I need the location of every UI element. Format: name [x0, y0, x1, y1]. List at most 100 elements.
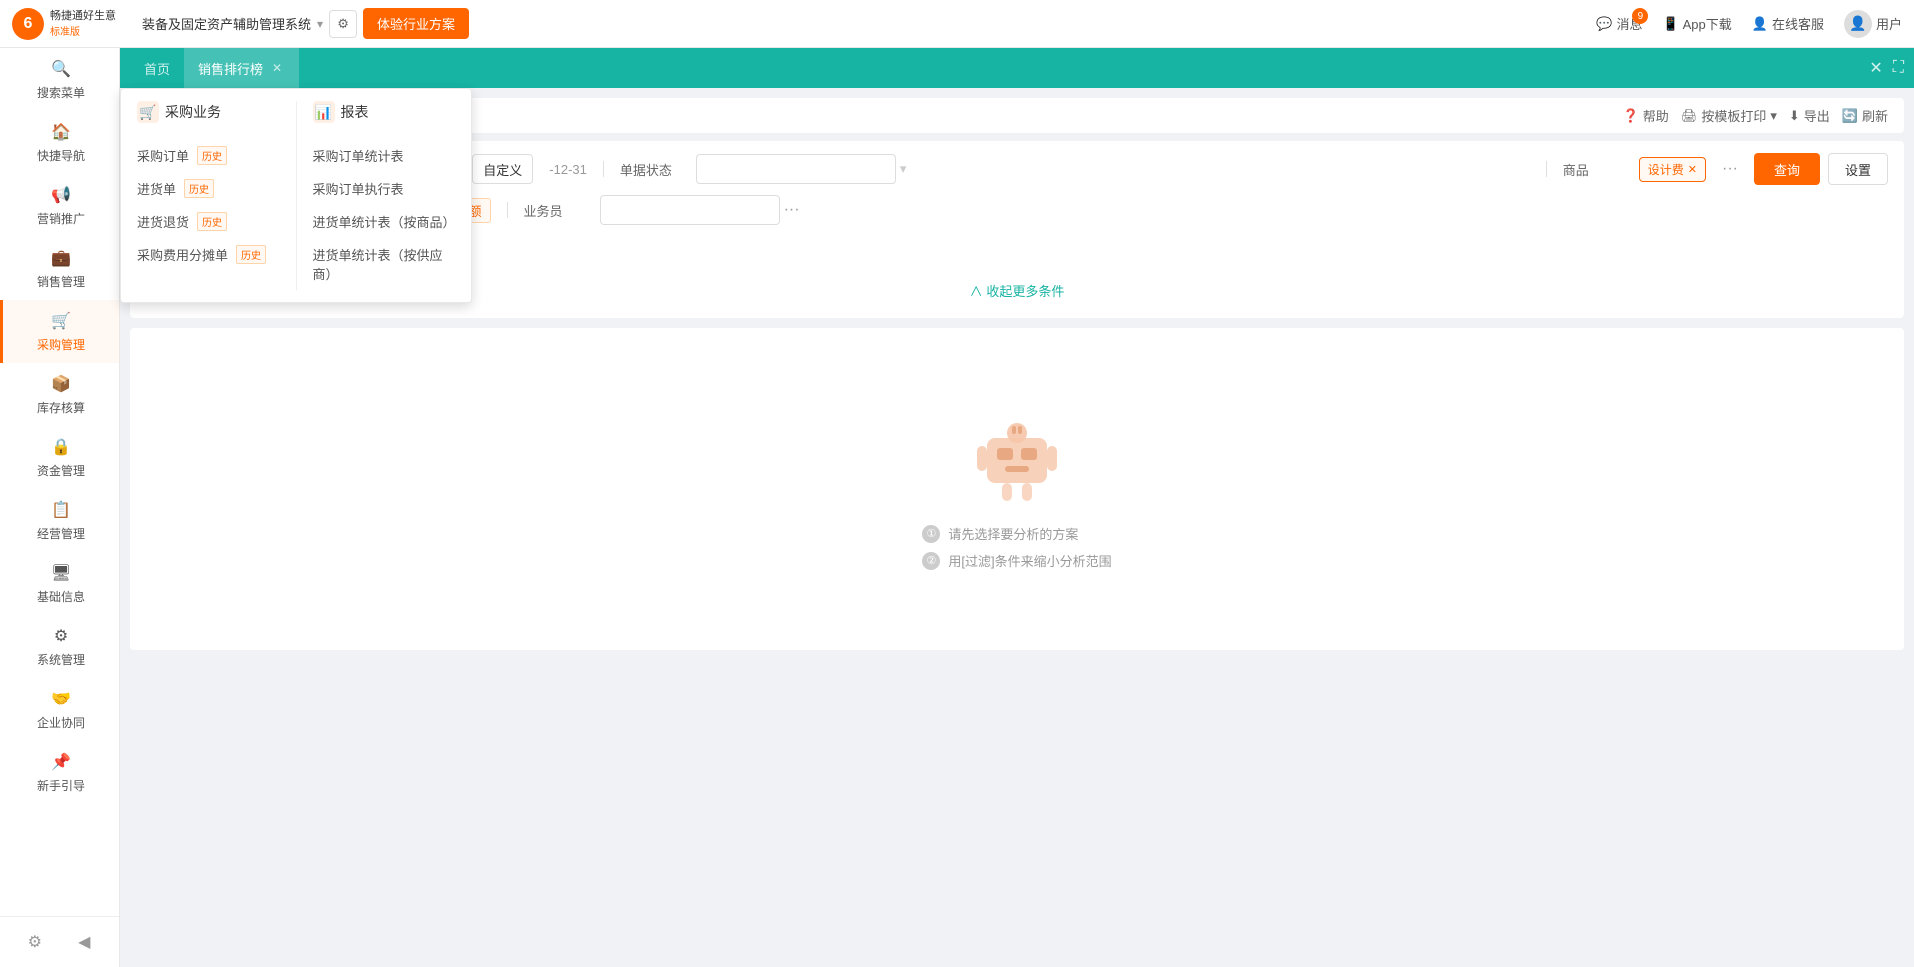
history-badge-2: 历史	[197, 212, 227, 231]
phone-icon: 📱	[1662, 16, 1678, 32]
header-system: 装备及固定资产辅助管理系统 ▾ ⚙ 体验行业方案	[132, 8, 1596, 39]
sidebar-item-purchase[interactable]: 🛒 采购管理	[0, 300, 119, 363]
purchase-dropdown-menu: 🛒 采购业务 采购订单 历史 进货单 历史 进货退货 历史 采购费用分摊单 历史…	[120, 88, 472, 303]
home-icon: 🏠	[50, 121, 72, 143]
menu-item-inbound-stats-supplier[interactable]: 进货单统计表（按供应商）	[313, 238, 456, 290]
set-button[interactable]: 设置	[1828, 153, 1888, 185]
settings-bottom-button[interactable]: ⚙	[20, 927, 50, 957]
history-badge-0: 历史	[197, 146, 227, 165]
menu-item-inbound[interactable]: 进货单 历史	[137, 172, 280, 205]
sidebar-item-inventory[interactable]: 📦 库存核算	[0, 363, 119, 426]
empty-tip-2: ② 用[过滤]条件来缩小分析范围	[922, 551, 1111, 570]
inventory-icon: 📦	[50, 373, 72, 395]
sidebar-item-sales[interactable]: 💼 销售管理	[0, 237, 119, 300]
query-button[interactable]: 查询	[1754, 153, 1820, 185]
doc-status-label: 单据状态	[620, 160, 680, 179]
help-button[interactable]: ❓ 帮助	[1623, 106, 1669, 125]
sidebar: 🔍 搜索菜单 🏠 快捷导航 📢 营销推广 💼 销售管理 🛒 采购管理 📦 库存核…	[0, 48, 120, 967]
date-value: -12-31	[549, 162, 587, 177]
sidebar-item-quick[interactable]: 🏠 快捷导航	[0, 111, 119, 174]
report-section-icon: 📊	[313, 101, 335, 123]
divider-3	[507, 202, 508, 218]
tab-close-icon[interactable]: ✕	[269, 60, 285, 76]
collapse-sidebar-button[interactable]: ◀	[69, 927, 99, 957]
user-avatar: 👤	[1844, 10, 1872, 38]
header-right: 💬 消息 9 📱 App下载 👤 在线客服 👤 用户	[1596, 10, 1902, 38]
sidebar-item-capital[interactable]: 🔒 资金管理	[0, 426, 119, 489]
sidebar-item-search[interactable]: 🔍 搜索菜单	[0, 48, 119, 111]
help-icon: ❓	[1623, 108, 1639, 124]
user-action[interactable]: 👤 用户	[1844, 10, 1902, 38]
logo-text: 畅捷通好生意 标准版	[50, 9, 116, 38]
basic-icon: 🖥	[50, 562, 72, 584]
menu-item-po-execute[interactable]: 采购订单执行表	[313, 172, 456, 205]
corp-icon: 🤝	[50, 688, 72, 710]
doc-status-arrow-icon[interactable]: ▾	[900, 161, 907, 177]
tab-sales-rank[interactable]: 销售排行榜 ✕	[184, 48, 299, 88]
tip1-num: ①	[922, 525, 940, 543]
sales-icon: 💼	[50, 247, 72, 269]
sidebar-item-marketing[interactable]: 📢 营销推广	[0, 174, 119, 237]
menu-item-purchase-order[interactable]: 采购订单 历史	[137, 139, 280, 172]
logo-area: 6 畅捷通好生意 标准版	[12, 8, 132, 40]
service-icon: 👤	[1752, 16, 1768, 32]
tab-expand-icon[interactable]: ⛶	[1893, 59, 1904, 77]
tab-close-all-icon[interactable]: ✕	[1869, 58, 1882, 78]
capital-icon: 🔒	[50, 436, 72, 458]
purchase-business-section: 🛒 采购业务 采购订单 历史 进货单 历史 进货退货 历史 采购费用分摊单 历史	[121, 101, 296, 290]
tip2-num: ②	[922, 552, 940, 570]
history-badge-3: 历史	[236, 245, 266, 264]
report-section-title: 📊 报表	[313, 101, 456, 129]
top-header: 6 畅捷通好生意 标准版 装备及固定资产辅助管理系统 ▾ ⚙ 体验行业方案 💬 …	[0, 0, 1914, 48]
menu-item-inbound-return[interactable]: 进货退货 历史	[137, 205, 280, 238]
salesman-more-icon[interactable]: ···	[784, 201, 800, 219]
app-download-action[interactable]: 📱 App下载	[1662, 14, 1731, 33]
menu-item-inbound-stats-goods[interactable]: 进货单统计表（按商品）	[313, 205, 456, 238]
marketing-icon: 📢	[50, 184, 72, 206]
report-section: 📊 报表 采购订单统计表 采购订单执行表 进货单统计表（按商品） 进货单统计表（…	[296, 101, 472, 290]
experience-button[interactable]: 体验行业方案	[363, 8, 469, 39]
salesman-input[interactable]	[600, 195, 780, 225]
empty-state: ① 请先选择要分析的方案 ② 用[过滤]条件来缩小分析范围	[150, 348, 1884, 630]
system-icon: ⚙	[50, 625, 72, 647]
goods-tag-close-icon[interactable]: ✕	[1688, 163, 1697, 176]
goods-tag: 设计费 ✕	[1639, 157, 1706, 182]
sidebar-item-system[interactable]: ⚙ 系统管理	[0, 615, 119, 678]
doc-status-input[interactable]	[696, 154, 896, 184]
print-button[interactable]: 🖨 按模板打印 ▾	[1681, 106, 1777, 125]
tab-home[interactable]: 首页	[130, 48, 184, 88]
print-dropdown-icon[interactable]: ▾	[1770, 108, 1777, 124]
sidebar-item-guide[interactable]: 📌 新手引导	[0, 741, 119, 804]
online-service-action[interactable]: 👤 在线客服	[1752, 14, 1824, 33]
system-arrow-icon[interactable]: ▾	[317, 17, 323, 31]
system-title: 装备及固定资产辅助管理系统	[142, 14, 311, 33]
message-badge: 9	[1632, 8, 1648, 24]
operations-icon: 📋	[50, 499, 72, 521]
sidebar-bottom: ⚙ ◀	[0, 916, 119, 967]
purchase-section-icon: 🛒	[137, 101, 159, 123]
menu-item-purchase-expense[interactable]: 采购费用分摊单 历史	[137, 238, 280, 271]
empty-illustration	[957, 408, 1077, 508]
export-icon: ⬇	[1789, 108, 1800, 124]
sidebar-item-corp[interactable]: 🤝 企业协同	[0, 678, 119, 741]
sidebar-item-basic[interactable]: 🖥 基础信息	[0, 552, 119, 615]
goods-more-icon[interactable]: ···	[1722, 160, 1738, 178]
divider-2	[1546, 161, 1547, 177]
export-button[interactable]: ⬇ 导出	[1789, 106, 1830, 125]
message-action[interactable]: 💬 消息 9	[1596, 14, 1642, 33]
sidebar-item-operations[interactable]: 📋 经营管理	[0, 489, 119, 552]
date-custom-btn[interactable]: 自定义	[472, 154, 533, 184]
gear-button[interactable]: ⚙	[329, 10, 357, 38]
empty-tips: ① 请先选择要分析的方案 ② 用[过滤]条件来缩小分析范围	[922, 524, 1111, 570]
goods-label: 商品	[1563, 160, 1623, 179]
refresh-button[interactable]: 🔄 刷新	[1842, 106, 1888, 125]
guide-icon: 📌	[50, 751, 72, 773]
empty-tip-1: ① 请先选择要分析的方案	[922, 524, 1111, 543]
purchase-icon: 🛒	[50, 310, 72, 332]
purchase-section-title: 🛒 采购业务	[137, 101, 280, 129]
tab-bar-right: ✕ ⛶	[1869, 58, 1904, 78]
logo-icon: 6	[12, 8, 44, 40]
message-icon: 💬	[1596, 16, 1612, 32]
menu-item-po-stats[interactable]: 采购订单统计表	[313, 139, 456, 172]
tab-bar: 首页 销售排行榜 ✕ ✕ ⛶	[120, 48, 1914, 88]
